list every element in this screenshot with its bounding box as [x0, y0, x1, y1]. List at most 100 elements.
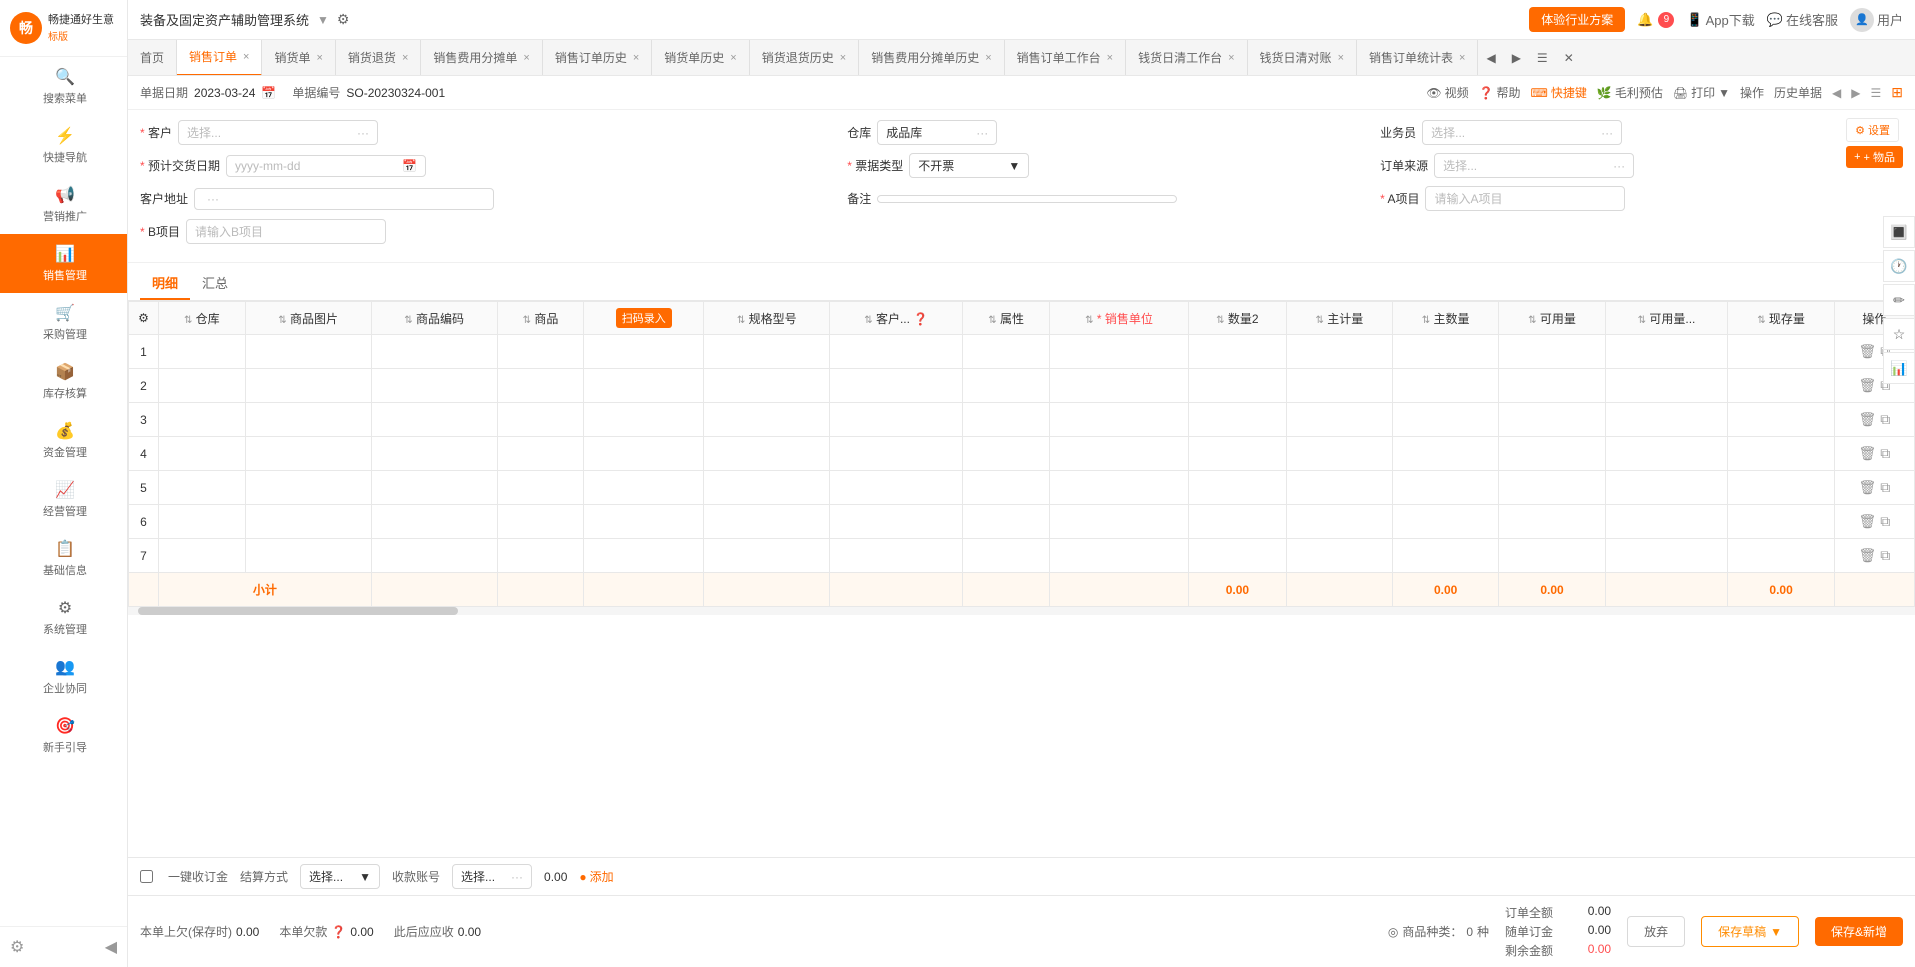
order-source-more-icon[interactable]: ···	[1613, 159, 1625, 173]
row-product[interactable]	[497, 335, 584, 369]
tab-close-icon[interactable]: ×	[985, 52, 991, 64]
sidebar-item-system[interactable]: ⚙ 系统管理	[0, 588, 127, 647]
tab-order-workbench[interactable]: 销售订单工作台 ×	[1005, 40, 1126, 76]
operation-button[interactable]: 操作	[1740, 84, 1764, 101]
row-warehouse[interactable]	[159, 539, 246, 573]
row-main-qty[interactable]	[1393, 471, 1499, 505]
list-view-icon[interactable]: ☰	[1871, 86, 1882, 100]
tab-close-icon[interactable]: ×	[1107, 52, 1113, 64]
customer-more-icon[interactable]: ···	[357, 126, 369, 140]
row-qty2[interactable]	[1189, 437, 1287, 471]
row-code[interactable]	[371, 471, 497, 505]
user-button[interactable]: 👤 用户	[1850, 8, 1903, 32]
row-product[interactable]	[497, 539, 584, 573]
date-value[interactable]: 2023-03-24	[194, 86, 255, 100]
right-panel-icon-2[interactable]: 🕐	[1883, 250, 1915, 282]
tab-close-icon[interactable]: ×	[316, 52, 322, 64]
row-spec[interactable]	[704, 335, 830, 369]
tab-bill-history[interactable]: 销货单历史 ×	[652, 40, 749, 76]
sidebar-item-marketing[interactable]: 📢 营销推广	[0, 175, 127, 234]
salesperson-more-icon[interactable]: ···	[1601, 126, 1613, 140]
row-unit[interactable]	[1049, 471, 1188, 505]
delete-row-icon[interactable]: 🗑	[1858, 445, 1876, 462]
delete-row-icon[interactable]: 🗑	[1858, 513, 1876, 530]
tab-cash-workbench[interactable]: 钱货日清工作台 ×	[1126, 40, 1247, 76]
tab-next-button[interactable]: ▶	[1504, 40, 1529, 76]
settings-header-icon[interactable]: ⚙	[337, 11, 350, 28]
scrollbar-thumb[interactable]	[138, 607, 458, 615]
tab-expense-history[interactable]: 销售费用分摊单历史 ×	[859, 40, 1004, 76]
delete-row-icon[interactable]: 🗑	[1858, 343, 1876, 360]
copy-row-icon[interactable]: ⧉	[1880, 479, 1890, 496]
sidebar-item-basic[interactable]: 📋 基础信息	[0, 529, 127, 588]
tab-sales-history[interactable]: 销售订单历史 ×	[543, 40, 652, 76]
row-product[interactable]	[497, 505, 584, 539]
row-warehouse[interactable]	[159, 471, 246, 505]
tab-close-icon[interactable]: ×	[730, 52, 736, 64]
delivery-date-input[interactable]: yyyy-mm-dd 📅	[226, 155, 426, 177]
sidebar-item-operations[interactable]: 📈 经营管理	[0, 470, 127, 529]
row-warehouse[interactable]	[159, 335, 246, 369]
remark-input[interactable]	[877, 195, 1177, 203]
row-spec[interactable]	[704, 403, 830, 437]
delete-row-icon[interactable]: 🗑	[1858, 479, 1876, 496]
row-product[interactable]	[497, 369, 584, 403]
tab-close-icon[interactable]: ×	[840, 52, 846, 64]
sidebar-item-search[interactable]: 🔍 搜索菜单	[0, 57, 127, 116]
collapse-icon[interactable]: ◀	[105, 937, 117, 957]
tab-close-icon[interactable]: ×	[402, 52, 408, 64]
sidebar-item-sales[interactable]: 📊 销售管理	[0, 234, 127, 293]
copy-row-icon[interactable]: ⧉	[1880, 445, 1890, 462]
row-spec[interactable]	[704, 437, 830, 471]
row-main-qty[interactable]	[1393, 539, 1499, 573]
address-input[interactable]: ···	[194, 188, 494, 210]
save-draft-button[interactable]: 保存草稿 ▼	[1701, 916, 1799, 947]
row-spec[interactable]	[704, 471, 830, 505]
sidebar-item-guide[interactable]: 🎯 新手引导	[0, 706, 127, 765]
row-customer-info[interactable]	[830, 505, 963, 539]
profit-button[interactable]: 🌿 毛利预估	[1597, 84, 1663, 101]
delete-row-icon[interactable]: 🗑	[1858, 411, 1876, 428]
set-button[interactable]: ⚙ 设置	[1846, 118, 1899, 142]
shortcut-button[interactable]: ⌨ 快捷键	[1531, 84, 1587, 101]
row-attr[interactable]	[963, 505, 1050, 539]
row-main-qty[interactable]	[1393, 335, 1499, 369]
solution-button[interactable]: 体验行业方案	[1529, 7, 1625, 32]
tab-menu-button[interactable]: ☰	[1529, 40, 1556, 76]
row-customer-info[interactable]	[830, 539, 963, 573]
settings-bottom-icon[interactable]: ⚙	[10, 937, 24, 957]
barcode-button[interactable]: 扫码录入	[616, 308, 672, 328]
row-product[interactable]	[497, 403, 584, 437]
online-service-button[interactable]: 💬 在线客服	[1767, 10, 1838, 29]
tab-close-icon[interactable]: ×	[1459, 52, 1465, 64]
grid-view-icon[interactable]: ⊞	[1891, 84, 1903, 101]
copy-row-icon[interactable]: ⧉	[1880, 547, 1890, 564]
row-qty2[interactable]	[1189, 471, 1287, 505]
notification-button[interactable]: 🔔 9	[1637, 12, 1674, 28]
right-panel-icon-4[interactable]: ☆	[1883, 318, 1915, 350]
row-code[interactable]	[371, 505, 497, 539]
row-attr[interactable]	[963, 369, 1050, 403]
row-product[interactable]	[497, 471, 584, 505]
tab-sales-return[interactable]: 销货退货 ×	[336, 40, 421, 76]
row-code[interactable]	[371, 369, 497, 403]
help-button[interactable]: ❓ 帮助	[1479, 84, 1521, 101]
row-main-qty[interactable]	[1393, 403, 1499, 437]
one-click-checkbox[interactable]	[140, 870, 153, 883]
row-code[interactable]	[371, 437, 497, 471]
customer-input[interactable]: 选择... ···	[178, 120, 378, 145]
row-spec[interactable]	[704, 539, 830, 573]
row-qty2[interactable]	[1189, 539, 1287, 573]
sidebar-item-enterprise[interactable]: 👥 企业协同	[0, 647, 127, 706]
copy-row-icon[interactable]: ⧉	[1880, 513, 1890, 530]
add-item-button[interactable]: + + 物品	[1846, 146, 1903, 168]
warehouse-more-icon[interactable]: ···	[976, 126, 988, 140]
tab-sales-order[interactable]: 销售订单 ×	[177, 40, 262, 76]
address-more-icon[interactable]: ···	[207, 192, 219, 206]
row-customer-info[interactable]	[830, 369, 963, 403]
row-main-qty[interactable]	[1393, 437, 1499, 471]
row-customer-info[interactable]	[830, 335, 963, 369]
tab-close-icon[interactable]: ×	[1338, 52, 1344, 64]
row-customer-info[interactable]	[830, 437, 963, 471]
calendar-icon[interactable]: 📅	[261, 86, 276, 100]
